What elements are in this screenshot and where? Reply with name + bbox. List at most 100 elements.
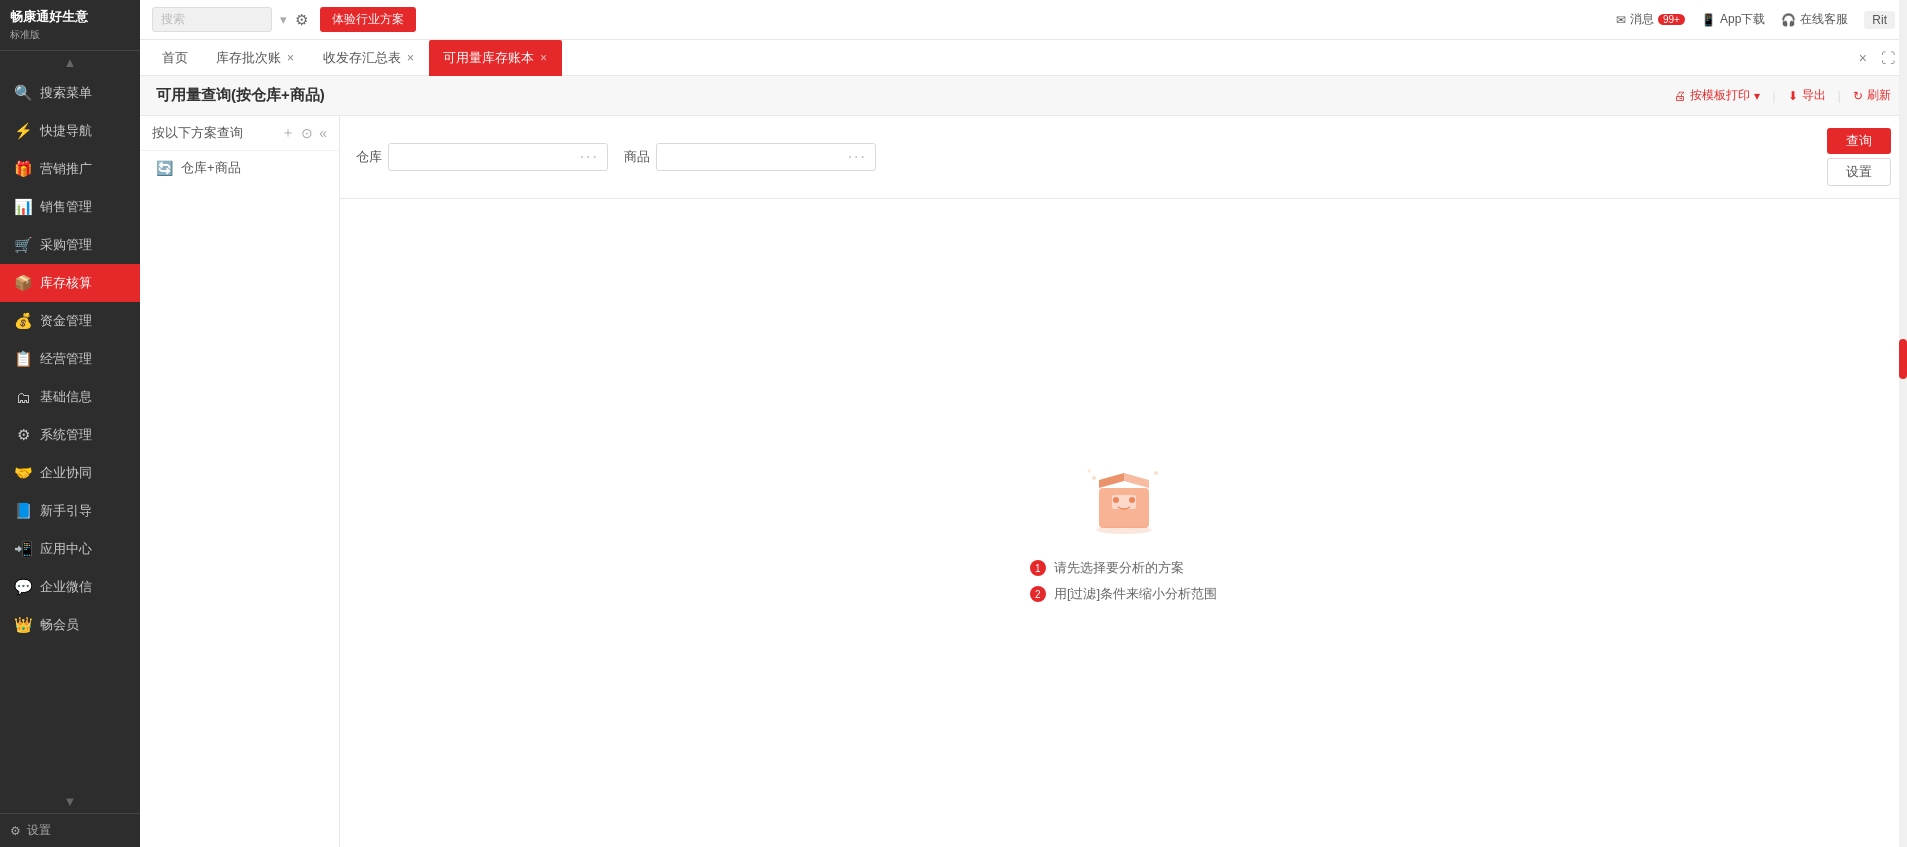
print-label: 按模板打印 bbox=[1690, 87, 1750, 104]
product-filter-group: 商品 ··· bbox=[624, 143, 876, 171]
main-area: 搜索 ▾ ⚙ 体验行业方案 ✉ 消息 99+ 📱 App下载 🎧 在线客服 Ri… bbox=[140, 0, 1907, 847]
sidebar-item-basic[interactable]: 🗂 基础信息 bbox=[0, 378, 140, 416]
wechat-icon: 💬 bbox=[14, 578, 32, 596]
sidebar-item-system[interactable]: ⚙ 系统管理 bbox=[0, 416, 140, 454]
tab-summary[interactable]: 收发存汇总表 × bbox=[309, 40, 429, 76]
svg-point-6 bbox=[1092, 476, 1096, 480]
tab-available-label: 可用量库存账本 bbox=[443, 49, 534, 67]
refresh-label: 刷新 bbox=[1867, 87, 1891, 104]
topbar-service[interactable]: 🎧 在线客服 bbox=[1781, 11, 1848, 28]
scrollbar-thumb[interactable] bbox=[1899, 339, 1907, 379]
appstore-icon: 📲 bbox=[14, 540, 32, 558]
topbar-search-box[interactable]: 搜索 bbox=[152, 7, 272, 32]
logo-name: 畅康通好生意 bbox=[10, 8, 130, 26]
basic-icon: 🗂 bbox=[14, 389, 32, 406]
empty-state: 1 请先选择要分析的方案 2 用[过滤]条件来缩小分析范围 bbox=[340, 199, 1907, 847]
header-divider2: | bbox=[1838, 88, 1841, 103]
tab-batch-close[interactable]: × bbox=[287, 51, 294, 65]
product-dots-icon[interactable]: ··· bbox=[848, 148, 867, 166]
user-name: Rit bbox=[1872, 13, 1887, 27]
message-badge: 99+ bbox=[1658, 14, 1685, 25]
sidebar-item-purchase[interactable]: 🛒 采购管理 bbox=[0, 226, 140, 264]
setting-btn[interactable]: 设置 bbox=[1827, 158, 1891, 186]
sidebar-item-sales[interactable]: 📊 销售管理 bbox=[0, 188, 140, 226]
sidebar-item-shortcut[interactable]: ⚡ 快捷导航 bbox=[0, 112, 140, 150]
export-icon: ⬇ bbox=[1788, 89, 1798, 103]
sidebar-menu: 🔍 搜索菜单 ⚡ 快捷导航 🎁 营销推广 📊 销售管理 🛒 采购管理 📦 库存核… bbox=[0, 74, 140, 790]
sidebar-settings[interactable]: ⚙ 设置 bbox=[0, 813, 140, 847]
topbar-user-avatar[interactable]: Rit bbox=[1864, 11, 1895, 29]
warehouse-input[interactable]: ··· bbox=[388, 143, 608, 171]
tab-expand[interactable]: ⛶ bbox=[1877, 48, 1899, 68]
filter-warehouse-product[interactable]: 🔄 仓库+商品 bbox=[140, 151, 339, 185]
sidebar-item-operation[interactable]: 📋 经营管理 bbox=[0, 340, 140, 378]
sidebar-scroll-down[interactable]: ▼ bbox=[0, 790, 140, 813]
sidebar-label-shortcut: 快捷导航 bbox=[40, 122, 92, 140]
message-icon: ✉ bbox=[1616, 13, 1626, 27]
tab-summary-close[interactable]: × bbox=[407, 51, 414, 65]
svg-point-8 bbox=[1154, 471, 1158, 475]
tabs-bar: 首页 库存批次账 × 收发存汇总表 × 可用量库存账本 × × ⛶ bbox=[140, 40, 1907, 76]
topbar-dropdown-icon[interactable]: ▾ bbox=[280, 12, 287, 27]
topbar-messages[interactable]: ✉ 消息 99+ bbox=[1616, 11, 1685, 28]
filter-panel-actions: ＋ ⊙ « bbox=[281, 124, 327, 142]
tab-available-close[interactable]: × bbox=[540, 51, 547, 65]
tab-batch[interactable]: 库存批次账 × bbox=[202, 40, 309, 76]
product-input[interactable]: ··· bbox=[656, 143, 876, 171]
filter-add-btn[interactable]: ＋ bbox=[281, 124, 295, 142]
sidebar-item-guide[interactable]: 📘 新手引导 bbox=[0, 492, 140, 530]
system-icon: ⚙ bbox=[14, 426, 32, 444]
sidebar-item-appstore[interactable]: 📲 应用中心 bbox=[0, 530, 140, 568]
sidebar-item-finance[interactable]: 💰 资金管理 bbox=[0, 302, 140, 340]
svg-marker-1 bbox=[1099, 473, 1124, 488]
topbar-app-download[interactable]: 📱 App下载 bbox=[1701, 11, 1765, 28]
sidebar-label-purchase: 采购管理 bbox=[40, 236, 92, 254]
sidebar-label-guide: 新手引导 bbox=[40, 502, 92, 520]
sidebar-scroll-up[interactable]: ▲ bbox=[0, 51, 140, 74]
warehouse-dots-icon[interactable]: ··· bbox=[580, 148, 599, 166]
sidebar-item-marketing[interactable]: 🎁 营销推广 bbox=[0, 150, 140, 188]
tip-text-2: 用[过滤]条件来缩小分析范围 bbox=[1054, 585, 1217, 603]
sidebar-item-member[interactable]: 👑 畅会员 bbox=[0, 606, 140, 644]
refresh-action[interactable]: ↻ 刷新 bbox=[1853, 87, 1891, 104]
sidebar-label-operation: 经营管理 bbox=[40, 350, 92, 368]
topbar-gear-icon[interactable]: ⚙ bbox=[295, 11, 308, 29]
header-divider1: | bbox=[1772, 88, 1775, 103]
print-dropdown-icon[interactable]: ▾ bbox=[1754, 89, 1760, 103]
page-header: 可用量查询(按仓库+商品) 🖨 按模板打印 ▾ | ⬇ 导出 | ↻ 刷新 bbox=[140, 76, 1907, 116]
shortcut-icon: ⚡ bbox=[14, 122, 32, 140]
empty-tip-1: 1 请先选择要分析的方案 bbox=[1030, 559, 1217, 577]
sidebar-label-finance: 资金管理 bbox=[40, 312, 92, 330]
tab-home[interactable]: 首页 bbox=[148, 40, 202, 76]
logo-tag: 标准版 bbox=[10, 28, 130, 42]
content-area: 按以下方案查询 ＋ ⊙ « 🔄 仓库+商品 仓库 ··· bbox=[140, 116, 1907, 847]
tabs-actions: × ⛶ bbox=[1855, 48, 1899, 68]
empty-tip-2: 2 用[过滤]条件来缩小分析范围 bbox=[1030, 585, 1217, 603]
sidebar-item-wechat[interactable]: 💬 企业微信 bbox=[0, 568, 140, 606]
industry-btn[interactable]: 体验行业方案 bbox=[320, 7, 416, 32]
sidebar-item-search[interactable]: 🔍 搜索菜单 bbox=[0, 74, 140, 112]
tab-close-all[interactable]: × bbox=[1855, 48, 1871, 68]
query-panel: 仓库 ··· 商品 ··· 查询 设置 bbox=[340, 116, 1907, 847]
purchase-icon: 🛒 bbox=[14, 236, 32, 254]
tip-num-2: 2 bbox=[1030, 586, 1046, 602]
query-btn[interactable]: 查询 bbox=[1827, 128, 1891, 154]
tab-available[interactable]: 可用量库存账本 × bbox=[429, 40, 562, 76]
export-action[interactable]: ⬇ 导出 bbox=[1788, 87, 1826, 104]
sidebar-label-system: 系统管理 bbox=[40, 426, 92, 444]
filter-panel: 按以下方案查询 ＋ ⊙ « 🔄 仓库+商品 bbox=[140, 116, 340, 847]
filter-collapse-btn[interactable]: « bbox=[319, 125, 327, 141]
filter-settings-btn[interactable]: ⊙ bbox=[301, 125, 313, 141]
sidebar-item-inventory[interactable]: 📦 库存核算 bbox=[0, 264, 140, 302]
sidebar-label-enterprise: 企业协同 bbox=[40, 464, 92, 482]
warehouse-label: 仓库 bbox=[356, 148, 382, 166]
sidebar-item-enterprise[interactable]: 🤝 企业协同 bbox=[0, 454, 140, 492]
sidebar: 畅康通好生意 标准版 ▲ 🔍 搜索菜单 ⚡ 快捷导航 🎁 营销推广 📊 销售管理… bbox=[0, 0, 140, 847]
print-action[interactable]: 🖨 按模板打印 ▾ bbox=[1674, 87, 1760, 104]
svg-point-7 bbox=[1087, 470, 1090, 473]
guide-icon: 📘 bbox=[14, 502, 32, 520]
finance-icon: 💰 bbox=[14, 312, 32, 330]
empty-tips: 1 请先选择要分析的方案 2 用[过滤]条件来缩小分析范围 bbox=[1030, 559, 1217, 603]
topbar-right: ✉ 消息 99+ 📱 App下载 🎧 在线客服 Rit bbox=[1616, 11, 1895, 29]
right-scrollbar[interactable] bbox=[1899, 116, 1907, 847]
